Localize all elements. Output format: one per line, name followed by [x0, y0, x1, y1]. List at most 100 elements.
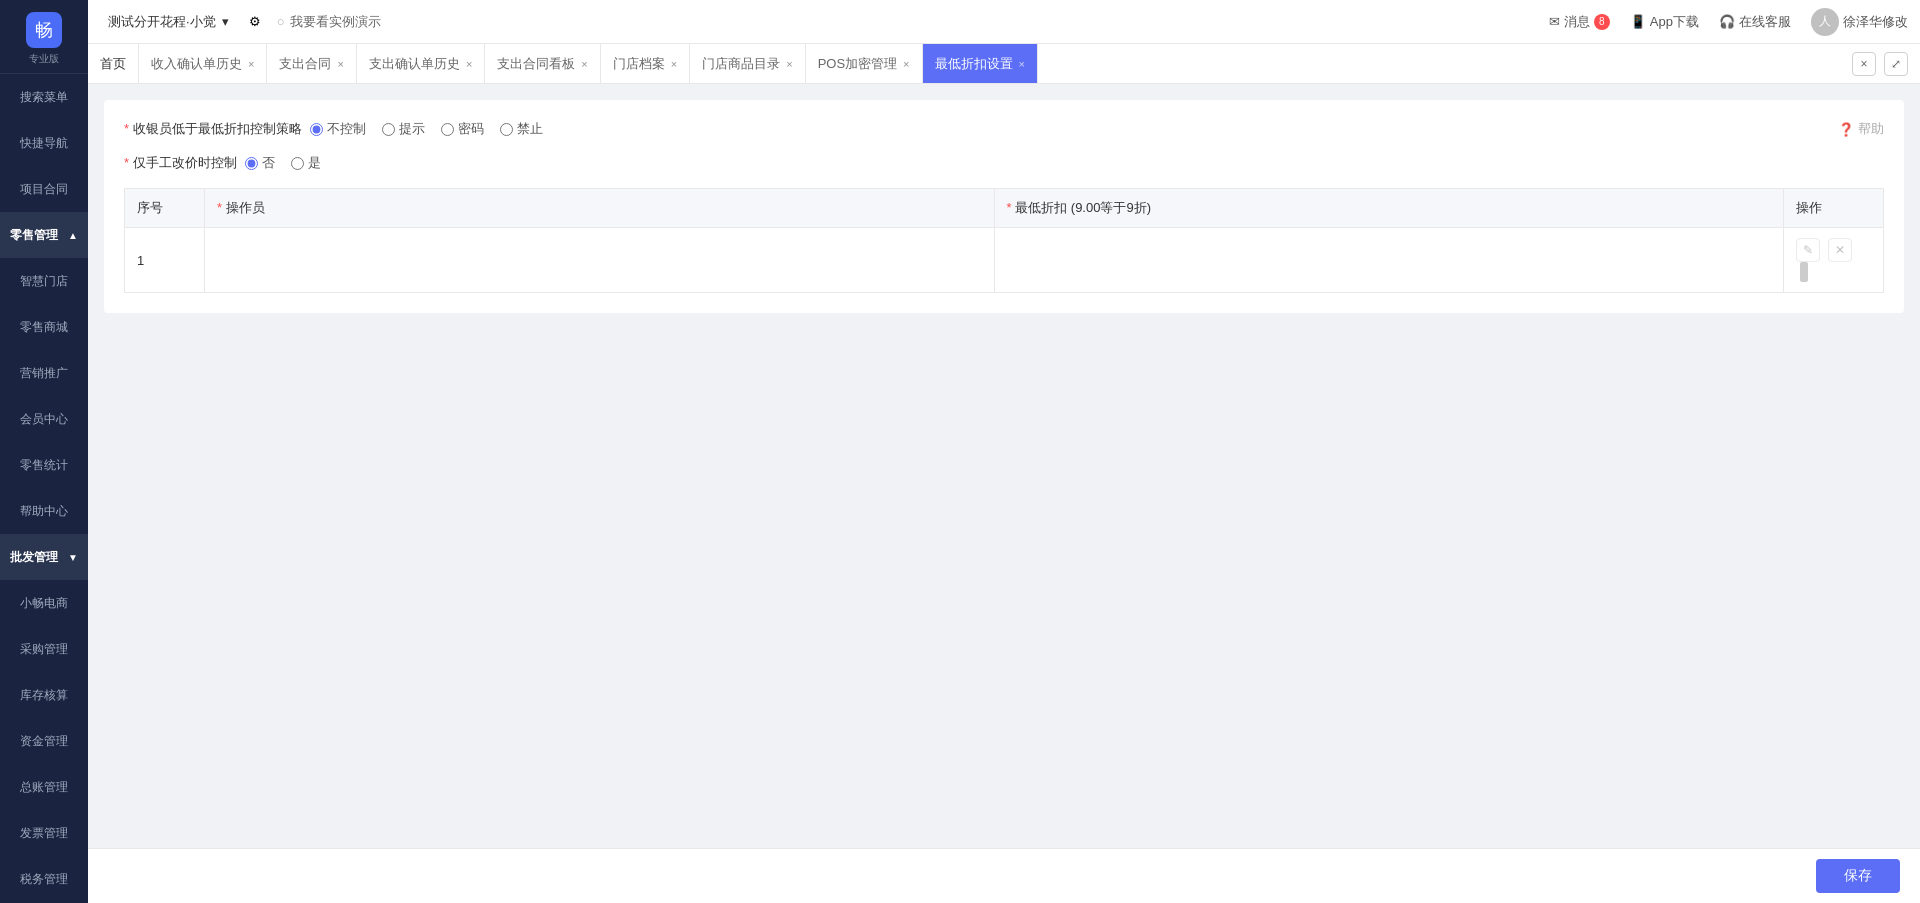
customer-service-button[interactable]: 🎧 在线客服 — [1719, 13, 1791, 31]
sidebar-item-purchase[interactable]: 采购管理 — [0, 626, 88, 672]
radio-forbid-label: 禁止 — [517, 120, 543, 138]
radio-password-label: 密码 — [458, 120, 484, 138]
sidebar-item-search[interactable]: 搜索菜单 — [0, 74, 88, 120]
sidebar-item-member[interactable]: 会员中心 — [0, 396, 88, 442]
service-icon: 🎧 — [1719, 14, 1735, 29]
gear-icon[interactable]: ⚙ — [249, 14, 261, 29]
radio-yes[interactable]: 是 — [291, 154, 321, 172]
tab-store-profile[interactable]: 门店档案 × — [601, 44, 690, 84]
manual-price-row: * 仅手工改价时控制 否 是 — [124, 154, 1884, 172]
table-row: 1 ✎ ✕ — [125, 228, 1884, 293]
sidebar-item-label: 批发管理 — [10, 549, 58, 566]
user-name: 徐泽华修改 — [1843, 13, 1908, 31]
app-download-label: App下载 — [1650, 13, 1699, 31]
tab-label: 支出合同看板 — [497, 55, 575, 73]
close-icon[interactable]: × — [248, 58, 254, 70]
edit-row-button[interactable]: ✎ — [1796, 238, 1820, 262]
sidebar-item-label: 搜索菜单 — [20, 89, 68, 106]
radio-no-control-input[interactable] — [310, 123, 323, 136]
radio-forbid-input[interactable] — [500, 123, 513, 136]
project-selector[interactable]: 测试分开花程·小觉 ▾ — [100, 9, 237, 35]
radio-no-control-label: 不控制 — [327, 120, 366, 138]
drag-handle[interactable] — [1800, 262, 1808, 282]
radio-no[interactable]: 否 — [245, 154, 275, 172]
tab-pay-confirm[interactable]: 支出确认单历史 × — [357, 44, 485, 84]
sidebar-section-wholesale[interactable]: 批发管理 ▼ — [0, 534, 88, 580]
close-icon[interactable]: × — [1019, 58, 1025, 70]
help-label: 帮助 — [1858, 120, 1884, 138]
radio-prompt-input[interactable] — [382, 123, 395, 136]
tab-label: 支出合同 — [279, 55, 331, 73]
close-icon[interactable]: × — [337, 58, 343, 70]
tab-store-goods[interactable]: 门店商品目录 × — [690, 44, 805, 84]
sidebar-item-tax[interactable]: 税务管理 — [0, 856, 88, 902]
sidebar-item-ecommerce[interactable]: 小畅电商 — [0, 580, 88, 626]
sidebar-item-label: 营销推广 — [20, 365, 68, 382]
col-seq: 序号 — [125, 189, 205, 228]
sidebar-item-invoice[interactable]: 发票管理 — [0, 810, 88, 856]
tab-min-discount[interactable]: 最低折扣设置 × — [923, 44, 1038, 84]
close-icon[interactable]: × — [903, 58, 909, 70]
sidebar-item-shortcut[interactable]: 快捷导航 — [0, 120, 88, 166]
operator-input[interactable] — [217, 253, 982, 268]
sidebar-item-retail-stats[interactable]: 零售统计 — [0, 442, 88, 488]
sidebar-item-retail-mall[interactable]: 零售商城 — [0, 304, 88, 350]
sidebar-item-smart-store[interactable]: 智慧门店 — [0, 258, 88, 304]
radio-password-input[interactable] — [441, 123, 454, 136]
radio-prompt-label: 提示 — [399, 120, 425, 138]
sidebar-item-ledger[interactable]: 总账管理 — [0, 764, 88, 810]
min-discount-input[interactable] — [1007, 253, 1772, 268]
sidebar-item-label: 零售商城 — [20, 319, 68, 336]
discount-policy-label: * 收银员低于最低折扣控制策略 — [124, 120, 302, 138]
save-button[interactable]: 保存 — [1816, 859, 1900, 893]
tab-income-confirm[interactable]: 收入确认单历史 × — [139, 44, 267, 84]
main-content: 测试分开花程·小觉 ▾ ⚙ ○ 我要看实例演示 ✉ 消息 8 📱 App下载 🎧… — [88, 0, 1920, 903]
demo-link[interactable]: ○ 我要看实例演示 — [277, 13, 382, 31]
help-link[interactable]: ❓ 帮助 — [1838, 120, 1884, 138]
radio-yes-input[interactable] — [291, 157, 304, 170]
manual-price-label: * 仅手工改价时控制 — [124, 154, 237, 172]
radio-forbid[interactable]: 禁止 — [500, 120, 543, 138]
sidebar-item-finance[interactable]: 资金管理 — [0, 718, 88, 764]
page-footer: 保存 — [88, 848, 1920, 903]
tabbar: 首页 收入确认单历史 × 支出合同 × 支出确认单历史 × 支出合同看板 × 门… — [88, 44, 1920, 84]
tab-label: 首页 — [100, 55, 126, 73]
sidebar-item-help[interactable]: 帮助中心 — [0, 488, 88, 534]
tab-pay-contract-board[interactable]: 支出合同看板 × — [485, 44, 600, 84]
chevron-icon: ▼ — [68, 552, 78, 563]
tab-label: POS加密管理 — [818, 55, 897, 73]
radio-no-input[interactable] — [245, 157, 258, 170]
radio-prompt[interactable]: 提示 — [382, 120, 425, 138]
sidebar-item-label: 项目合同 — [20, 181, 68, 198]
tab-label: 最低折扣设置 — [935, 55, 1013, 73]
app-logo: 畅 专业版 — [0, 0, 88, 74]
sidebar-item-label: 税务管理 — [20, 871, 68, 888]
sidebar-item-marketing[interactable]: 营销推广 — [0, 350, 88, 396]
sidebar-item-label: 智慧门店 — [20, 273, 68, 290]
cell-operator[interactable] — [205, 228, 995, 293]
sidebar-item-inventory[interactable]: 库存核算 — [0, 672, 88, 718]
cell-min-discount[interactable] — [994, 228, 1784, 293]
radio-password[interactable]: 密码 — [441, 120, 484, 138]
close-icon[interactable]: × — [581, 58, 587, 70]
app-download-button[interactable]: 📱 App下载 — [1630, 13, 1699, 31]
delete-row-button[interactable]: ✕ — [1828, 238, 1852, 262]
tab-home[interactable]: 首页 — [88, 44, 139, 84]
radio-no-control[interactable]: 不控制 — [310, 120, 366, 138]
col-actions: 操作 — [1784, 189, 1884, 228]
close-icon[interactable]: × — [466, 58, 472, 70]
notifications-button[interactable]: ✉ 消息 8 — [1549, 13, 1610, 31]
tab-pay-contract[interactable]: 支出合同 × — [267, 44, 356, 84]
maximize-tab-button[interactable]: ⤢ — [1884, 52, 1908, 76]
close-icon[interactable]: × — [671, 58, 677, 70]
radio-yes-label: 是 — [308, 154, 321, 172]
tab-pos-encrypt[interactable]: POS加密管理 × — [806, 44, 923, 84]
notifications-label: 消息 — [1564, 13, 1590, 31]
sidebar-item-project[interactable]: 项目合同 — [0, 166, 88, 212]
chevron-icon: ▲ — [68, 230, 78, 241]
sidebar-section-retail[interactable]: 零售管理 ▲ — [0, 212, 88, 258]
customer-service-label: 在线客服 — [1739, 13, 1791, 31]
close-icon[interactable]: × — [786, 58, 792, 70]
user-menu[interactable]: 人 徐泽华修改 — [1811, 8, 1908, 36]
close-tab-button[interactable]: × — [1852, 52, 1876, 76]
